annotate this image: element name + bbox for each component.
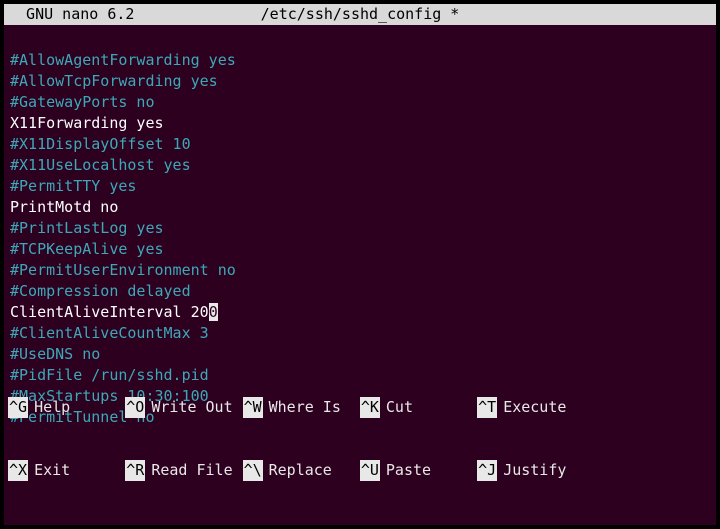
shortcut-label: Exit (34, 460, 70, 481)
shortcut-key: ^X (8, 460, 28, 481)
shortcut-label: Execute (503, 397, 566, 418)
file-path: /etc/ssh/sshd_config * (134, 4, 585, 25)
shortcut-label: Cut (386, 397, 413, 418)
editor-line[interactable]: ClientAliveInterval 200 (10, 302, 710, 323)
shortcut-cell[interactable]: ^U Paste (360, 460, 477, 481)
shortcut-cell[interactable]: ^R Read File (125, 460, 242, 481)
editor-line[interactable]: #AllowAgentForwarding yes (10, 50, 710, 71)
editor-line[interactable]: #Compression delayed (10, 281, 710, 302)
shortcut-label: Help (34, 397, 70, 418)
shortcut-cell[interactable]: ^J Justify (477, 460, 594, 481)
shortcut-key: ^\ (243, 460, 263, 481)
shortcut-label: Replace (269, 460, 332, 481)
shortcut-key: ^G (8, 397, 28, 418)
blank-line (10, 29, 710, 50)
shortcut-cell[interactable]: ^K Cut (360, 397, 477, 418)
shortcut-cell[interactable]: ^X Exit (8, 460, 125, 481)
editor-line[interactable]: X11Forwarding yes (10, 113, 710, 134)
editor-line[interactable]: #PermitUserEnvironment no (10, 260, 710, 281)
shortcut-row-1: ^G Help ^O Write Out ^W Where Is ^K Cut ^T Execut… (8, 397, 712, 418)
editor-line[interactable]: #TCPKeepAlive yes (10, 239, 710, 260)
shortcut-key: ^U (360, 460, 380, 481)
editor-line[interactable]: PrintMotd no (10, 197, 710, 218)
editor-line[interactable]: #GatewayPorts no (10, 92, 710, 113)
shortcut-key: ^W (243, 397, 263, 418)
shortcut-label: Write Out (151, 397, 232, 418)
shortcut-cell[interactable]: ^T Execute (477, 397, 594, 418)
shortcut-bar: ^G Help ^O Write Out ^W Where Is ^K Cut ^T Execut… (8, 355, 712, 523)
editor-line[interactable]: #ClientAliveCountMax 3 (10, 323, 710, 344)
shortcut-cell[interactable]: ^O Write Out (125, 397, 242, 418)
title-bar: GNU nano 6.2 /etc/ssh/sshd_config * (4, 4, 716, 25)
shortcut-row-2: ^X Exit ^R Read File ^\ Replace ^U Paste ^J Justi… (8, 460, 712, 481)
shortcut-label: Paste (386, 460, 431, 481)
shortcut-label: Where Is (269, 397, 341, 418)
title-spacer (586, 4, 712, 25)
shortcut-cell[interactable]: ^G Help (8, 397, 125, 418)
shortcut-cell[interactable]: ^W Where Is (243, 397, 360, 418)
app-version: GNU nano 6.2 (8, 4, 134, 25)
editor-line[interactable]: #X11DisplayOffset 10 (10, 134, 710, 155)
shortcut-label: Read File (151, 460, 232, 481)
shortcut-key: ^T (477, 397, 497, 418)
editor-line[interactable]: #AllowTcpForwarding yes (10, 71, 710, 92)
nano-window: GNU nano 6.2 /etc/ssh/sshd_config * #All… (0, 0, 720, 529)
editor-line[interactable]: #PrintLastLog yes (10, 218, 710, 239)
editor-line[interactable]: #PermitTTY yes (10, 176, 710, 197)
shortcut-key: ^K (360, 397, 380, 418)
editor-line[interactable]: #X11UseLocalhost yes (10, 155, 710, 176)
shortcut-key: ^J (477, 460, 497, 481)
cursor: 0 (209, 303, 218, 321)
shortcut-key: ^R (125, 460, 145, 481)
shortcut-label: Justify (503, 460, 566, 481)
shortcut-key: ^O (125, 397, 145, 418)
shortcut-cell[interactable]: ^\ Replace (243, 460, 360, 481)
